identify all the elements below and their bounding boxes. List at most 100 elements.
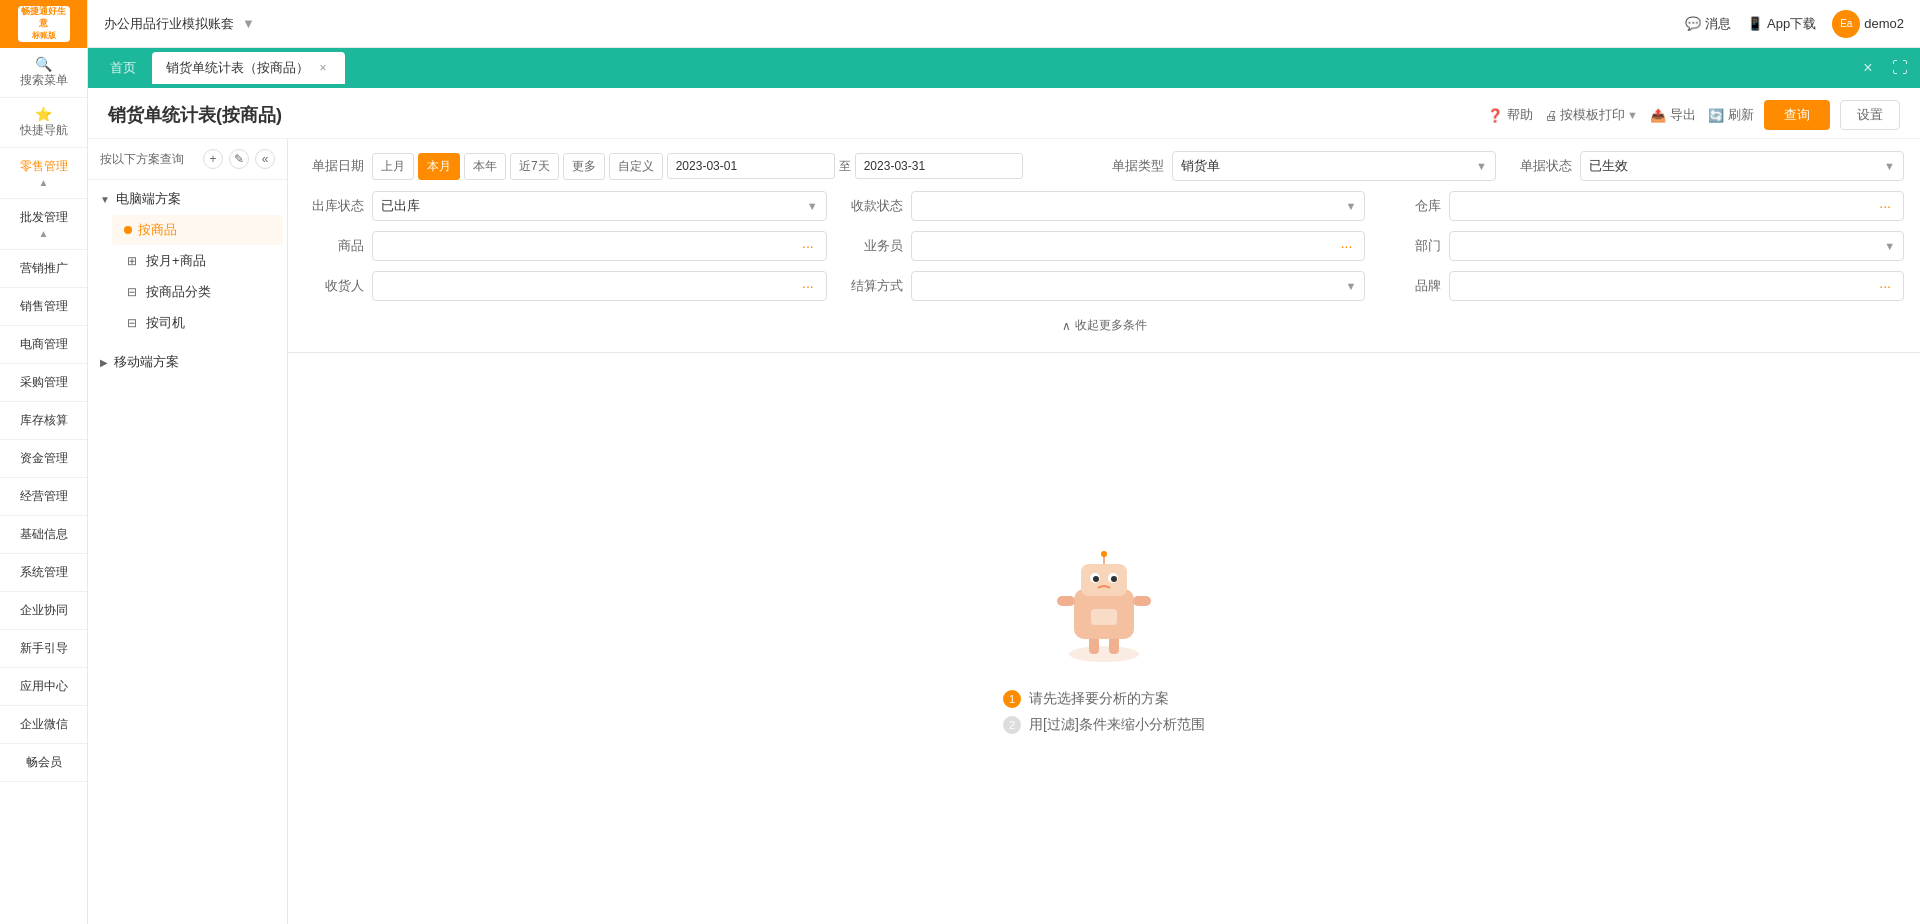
query-button[interactable]: 查询 — [1764, 100, 1830, 130]
edit-scheme-btn[interactable]: ✎ — [229, 149, 249, 169]
sidebar-item-purchase[interactable]: 采购管理 — [0, 364, 87, 402]
export-btn[interactable]: 📤 导出 — [1650, 106, 1696, 124]
filter-warehouse: 仓库 ··· — [1381, 191, 1904, 221]
sidebar-item-app-center[interactable]: 应用中心 — [0, 668, 87, 706]
help-icon: ❓ — [1487, 108, 1503, 123]
doc-status-select[interactable]: 已生效 ▼ — [1580, 151, 1904, 181]
help-btn[interactable]: ❓ 帮助 — [1487, 106, 1533, 124]
filter-brand: 品牌 ··· — [1381, 271, 1904, 301]
filter-collect-status: 收款状态 ▼ — [843, 191, 1366, 221]
date-to-input[interactable] — [855, 153, 1023, 179]
out-status-label: 出库状态 — [304, 197, 364, 215]
filter-row-1: 单据日期 上月 本月 本年 近7天 更多 自定义 至 — [304, 151, 1904, 181]
tree-item-by-driver[interactable]: ⊟ 按司机 — [112, 308, 283, 338]
sidebar-item-enterprise-wechat[interactable]: 企业微信 — [0, 706, 87, 744]
date-btn-this-year[interactable]: 本年 — [464, 153, 506, 180]
sidebar-item-basic[interactable]: 基础信息 — [0, 516, 87, 554]
workspace-dropdown-icon[interactable]: ▼ — [242, 16, 255, 31]
warehouse-dots[interactable]: ··· — [1875, 198, 1895, 214]
tree-item-by-month-goods[interactable]: ⊞ 按月+商品 — [112, 246, 283, 276]
filter-date: 单据日期 上月 本月 本年 近7天 更多 自定义 至 — [304, 153, 1088, 180]
warehouse-select[interactable]: ··· — [1449, 191, 1904, 221]
sidebar-item-finance[interactable]: 资金管理 — [0, 440, 87, 478]
phone-icon: 📱 — [1747, 16, 1763, 31]
sidebar-item-vip[interactable]: 畅会员 — [0, 744, 87, 782]
sidebar-item-search[interactable]: 🔍 搜索菜单 — [0, 48, 87, 98]
staff-select[interactable]: ··· — [911, 231, 1366, 261]
sidebar-item-retail[interactable]: 零售管理 ▲ — [0, 148, 87, 199]
date-btn-more[interactable]: 更多 — [563, 153, 605, 180]
add-scheme-btn[interactable]: + — [203, 149, 223, 169]
page-title: 销货单统计表(按商品) — [108, 103, 282, 127]
tree-section-mobile: ▶ 移动端方案 — [88, 343, 287, 381]
refresh-icon: 🔄 — [1708, 108, 1724, 123]
goods-select[interactable]: ··· — [372, 231, 827, 261]
sidebar-item-inventory[interactable]: 库存核算 — [0, 402, 87, 440]
out-status-select[interactable]: 已出库 ▼ — [372, 191, 827, 221]
message-btn[interactable]: 💬 消息 — [1685, 15, 1731, 33]
doc-type-label: 单据类型 — [1104, 157, 1164, 175]
print-dropdown-icon[interactable]: ▼ — [1627, 109, 1638, 121]
user-info[interactable]: Ea demo2 — [1832, 10, 1904, 38]
setting-button[interactable]: 设置 — [1840, 100, 1900, 130]
date-btn-last-month[interactable]: 上月 — [372, 153, 414, 180]
logo: 畅捷通好生意标账版 — [18, 6, 70, 42]
collect-status-dropdown-icon: ▼ — [1345, 200, 1356, 212]
collapse-up-icon: ∧ — [1062, 319, 1071, 333]
sidebar-item-sales[interactable]: 销售管理 — [0, 288, 87, 326]
svg-rect-4 — [1057, 596, 1075, 606]
wholesale-arrow-icon: ▲ — [39, 228, 49, 239]
collapse-panel-btn[interactable]: « — [255, 149, 275, 169]
doc-type-select[interactable]: 销货单 ▼ — [1172, 151, 1496, 181]
tree-item-by-category[interactable]: ⊟ 按商品分类 — [112, 277, 283, 307]
recipient-dots[interactable]: ··· — [798, 278, 818, 294]
tree-item-by-goods[interactable]: 按商品 — [112, 215, 283, 245]
sidebar-item-wholesale[interactable]: 批发管理 ▲ — [0, 199, 87, 250]
tab-close-icon[interactable]: × — [315, 60, 331, 76]
tabbar-actions: × ⛶ — [1856, 56, 1912, 80]
collect-status-label: 收款状态 — [843, 197, 903, 215]
filter-recipient: 收货人 ··· — [304, 271, 827, 301]
tip-1-num: 1 — [1003, 690, 1021, 708]
expand-btn[interactable]: ⛶ — [1888, 56, 1912, 80]
tree-collapse-icon: ▶ — [100, 357, 108, 368]
brand-label: 品牌 — [1381, 277, 1441, 295]
filter-row-4: 收货人 ··· 结算方式 ▼ — [304, 271, 1904, 301]
recipient-label: 收货人 — [304, 277, 364, 295]
date-btn-this-month[interactable]: 本月 — [418, 153, 460, 180]
brand-select[interactable]: ··· — [1449, 271, 1904, 301]
recipient-select[interactable]: ··· — [372, 271, 827, 301]
collect-status-select[interactable]: ▼ — [911, 191, 1366, 221]
sidebar-item-cooperation[interactable]: 企业协同 — [0, 592, 87, 630]
active-dot-icon — [124, 226, 132, 234]
staff-dots[interactable]: ··· — [1337, 238, 1357, 254]
left-panel-header: 按以下方案查询 + ✎ « — [88, 139, 287, 180]
sidebar-item-system[interactable]: 系统管理 — [0, 554, 87, 592]
date-from-input[interactable] — [667, 153, 835, 179]
date-btn-custom[interactable]: 自定义 — [609, 153, 663, 180]
tab-sales-stats[interactable]: 销货单统计表（按商品） × — [152, 52, 345, 84]
date-btn-7days[interactable]: 近7天 — [510, 153, 559, 180]
goods-dots[interactable]: ··· — [798, 238, 818, 254]
sidebar-item-ecommerce[interactable]: 电商管理 — [0, 326, 87, 364]
filter-goods: 商品 ··· — [304, 231, 827, 261]
filter-out-status: 出库状态 已出库 ▼ — [304, 191, 827, 221]
tab-home[interactable]: 首页 — [96, 52, 150, 84]
collapse-filter-btn[interactable]: ∧ 收起更多条件 — [304, 311, 1904, 340]
avatar: Ea — [1832, 10, 1860, 38]
refresh-btn[interactable]: 🔄 刷新 — [1708, 106, 1754, 124]
print-btn[interactable]: 🖨 按模板打印 ▼ — [1545, 106, 1638, 124]
svg-rect-13 — [1091, 609, 1117, 625]
sidebar-item-marketing[interactable]: 营销推广 — [0, 250, 87, 288]
tree-parent-pc[interactable]: ▼ 电脑端方案 — [88, 184, 287, 214]
sidebar-item-quick-nav[interactable]: ⭐ 快捷导航 — [0, 98, 87, 148]
app-download-btn[interactable]: 📱 App下载 — [1747, 15, 1816, 33]
close-tab-btn[interactable]: × — [1856, 56, 1880, 80]
brand-dots[interactable]: ··· — [1875, 278, 1895, 294]
sidebar-item-operation[interactable]: 经营管理 — [0, 478, 87, 516]
tree-parent-mobile[interactable]: ▶ 移动端方案 — [88, 347, 287, 377]
settlement-select[interactable]: ▼ — [911, 271, 1366, 301]
dept-select[interactable]: ▼ — [1449, 231, 1904, 261]
sidebar-item-newbie[interactable]: 新手引导 — [0, 630, 87, 668]
filter-doc-type: 单据类型 销货单 ▼ — [1104, 151, 1496, 181]
